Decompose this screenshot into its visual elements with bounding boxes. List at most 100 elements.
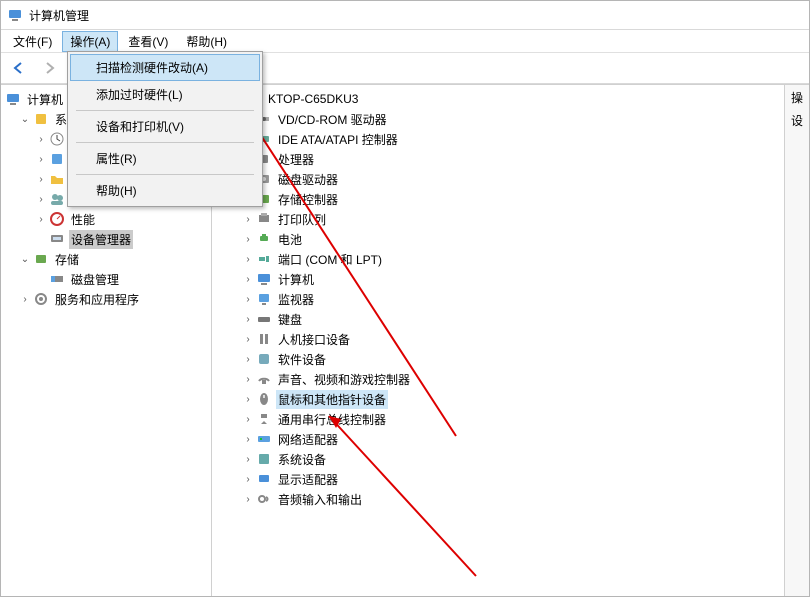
tree-performance[interactable]: › 性能 — [1, 209, 211, 229]
tree-storage[interactable]: ⌄存储 — [1, 249, 211, 269]
dropdown-scan-hardware[interactable]: 扫描检测硬件改动(A) — [70, 54, 260, 81]
device-label: KTOP-C65DKU3 — [266, 91, 360, 107]
expander-closed-icon[interactable]: › — [242, 253, 254, 265]
device-category[interactable]: › 音频输入和输出 — [212, 489, 784, 509]
device-category[interactable]: ›端口 (COM 和 LPT) — [212, 249, 784, 269]
device-label: 监视器 — [276, 290, 316, 309]
device-category[interactable]: ›IDE ATA/ATAPI 控制器 — [212, 129, 784, 149]
device-category[interactable]: › 计算机 — [212, 269, 784, 289]
tree-services[interactable]: ›服务和应用程序 — [1, 289, 211, 309]
dropdown-properties[interactable]: 属性(R) — [70, 145, 260, 172]
tree-device-manager[interactable]: 设备管理器 — [1, 229, 211, 249]
device-label: 存储控制器 — [276, 190, 340, 209]
performance-icon — [49, 211, 65, 227]
expander-spacer — [35, 273, 47, 285]
device-label: 通用串行总线控制器 — [276, 410, 388, 429]
device-category[interactable]: ›打印队列 — [212, 209, 784, 229]
expander-closed-icon[interactable]: › — [35, 173, 47, 185]
device-category-icon — [256, 251, 272, 267]
device-label: 鼠标和其他指针设备 — [276, 390, 388, 409]
device-category[interactable]: › 鼠标和其他指针设备 — [212, 389, 784, 409]
menu-action[interactable]: 操作(A) — [62, 31, 118, 52]
expander-closed-icon[interactable]: › — [242, 213, 254, 225]
expander-closed-icon[interactable]: › — [242, 393, 254, 405]
dropdown-separator — [76, 174, 254, 175]
expander-closed-icon[interactable]: › — [242, 433, 254, 445]
back-button[interactable] — [7, 56, 31, 80]
dropdown-help[interactable]: 帮助(H) — [70, 177, 260, 204]
expander-open-icon[interactable]: ⌄ — [19, 253, 31, 265]
folder-icon — [49, 171, 65, 187]
device-manager-icon — [49, 231, 65, 247]
device-category[interactable]: › 电池 — [212, 229, 784, 249]
device-category[interactable]: › 网络适配器 — [212, 429, 784, 449]
dropdown-devices-printers[interactable]: 设备和打印机(V) — [70, 113, 260, 140]
device-category[interactable]: ›显示适配器 — [212, 469, 784, 489]
expander-closed-icon[interactable]: › — [242, 353, 254, 365]
device-label: IDE ATA/ATAPI 控制器 — [276, 130, 400, 149]
tree-label: 磁盘管理 — [69, 270, 121, 289]
expander-open-icon[interactable]: ⌄ — [19, 113, 31, 125]
expander-closed-icon[interactable]: › — [19, 293, 31, 305]
device-category-icon — [256, 231, 272, 247]
device-category[interactable]: ›处理器 — [212, 149, 784, 169]
actions-settings[interactable]: 设 — [791, 112, 803, 129]
expander-closed-icon[interactable]: › — [242, 373, 254, 385]
expander-closed-icon[interactable]: › — [35, 213, 47, 225]
tree-label: 设备管理器 — [69, 230, 133, 249]
device-label: 人机接口设备 — [276, 330, 352, 349]
device-category-icon — [256, 291, 272, 307]
device-category[interactable]: › 软件设备 — [212, 349, 784, 369]
users-icon — [49, 191, 65, 207]
forward-button[interactable] — [37, 56, 61, 80]
expander-closed-icon[interactable]: › — [242, 293, 254, 305]
device-root[interactable]: ⌄KTOP-C65DKU3 — [212, 89, 784, 109]
device-category-icon — [256, 391, 272, 407]
expander-closed-icon[interactable]: › — [242, 493, 254, 505]
scheduler-icon — [49, 131, 65, 147]
device-label: 音频输入和输出 — [276, 490, 364, 509]
expander-closed-icon[interactable]: › — [242, 313, 254, 325]
device-category[interactable]: ›磁盘驱动器 — [212, 169, 784, 189]
device-category[interactable]: › 通用串行总线控制器 — [212, 409, 784, 429]
expander-closed-icon[interactable]: › — [242, 333, 254, 345]
dropdown-add-legacy[interactable]: 添加过时硬件(L) — [70, 81, 260, 108]
device-category[interactable]: ›VD/CD-ROM 驱动器 — [212, 109, 784, 129]
device-category-icon — [256, 311, 272, 327]
device-category[interactable]: › 声音、视频和游戏控制器 — [212, 369, 784, 389]
expander-closed-icon[interactable]: › — [242, 413, 254, 425]
device-label: 声音、视频和游戏控制器 — [276, 370, 412, 389]
expander-closed-icon[interactable]: › — [242, 273, 254, 285]
menu-help[interactable]: 帮助(H) — [178, 31, 235, 52]
device-category[interactable]: › 系统设备 — [212, 449, 784, 469]
window-title: 计算机管理 — [29, 7, 89, 24]
expander-closed-icon[interactable]: › — [35, 133, 47, 145]
device-label: 网络适配器 — [276, 430, 340, 449]
device-label: 电池 — [276, 230, 304, 249]
menu-file[interactable]: 文件(F) — [5, 31, 60, 52]
expander-closed-icon[interactable]: › — [242, 473, 254, 485]
disk-icon — [49, 271, 65, 287]
device-category[interactable]: ›键盘 — [212, 309, 784, 329]
tools-icon — [33, 111, 49, 127]
dropdown-separator — [76, 142, 254, 143]
expander-closed-icon[interactable]: › — [242, 233, 254, 245]
event-icon — [49, 151, 65, 167]
device-category[interactable]: › 人机接口设备 — [212, 329, 784, 349]
expander-closed-icon[interactable]: › — [242, 453, 254, 465]
tree-disk-management[interactable]: 磁盘管理 — [1, 269, 211, 289]
device-category-icon — [256, 471, 272, 487]
device-category[interactable]: ›存储控制器 — [212, 189, 784, 209]
device-category[interactable]: › 监视器 — [212, 289, 784, 309]
device-category-icon — [256, 451, 272, 467]
expander-closed-icon[interactable]: › — [35, 153, 47, 165]
actions-header: 操 — [791, 89, 803, 106]
device-tree-pane: ⌄KTOP-C65DKU3 ›VD/CD-ROM 驱动器›IDE ATA/ATA… — [212, 85, 784, 596]
device-label: 软件设备 — [276, 350, 328, 369]
menu-view[interactable]: 查看(V) — [120, 31, 176, 52]
tree-label: 计算机 — [25, 90, 65, 109]
device-label: 计算机 — [276, 270, 316, 289]
tree-label: 性能 — [69, 210, 97, 229]
device-label: 系统设备 — [276, 450, 328, 469]
expander-closed-icon[interactable]: › — [35, 193, 47, 205]
